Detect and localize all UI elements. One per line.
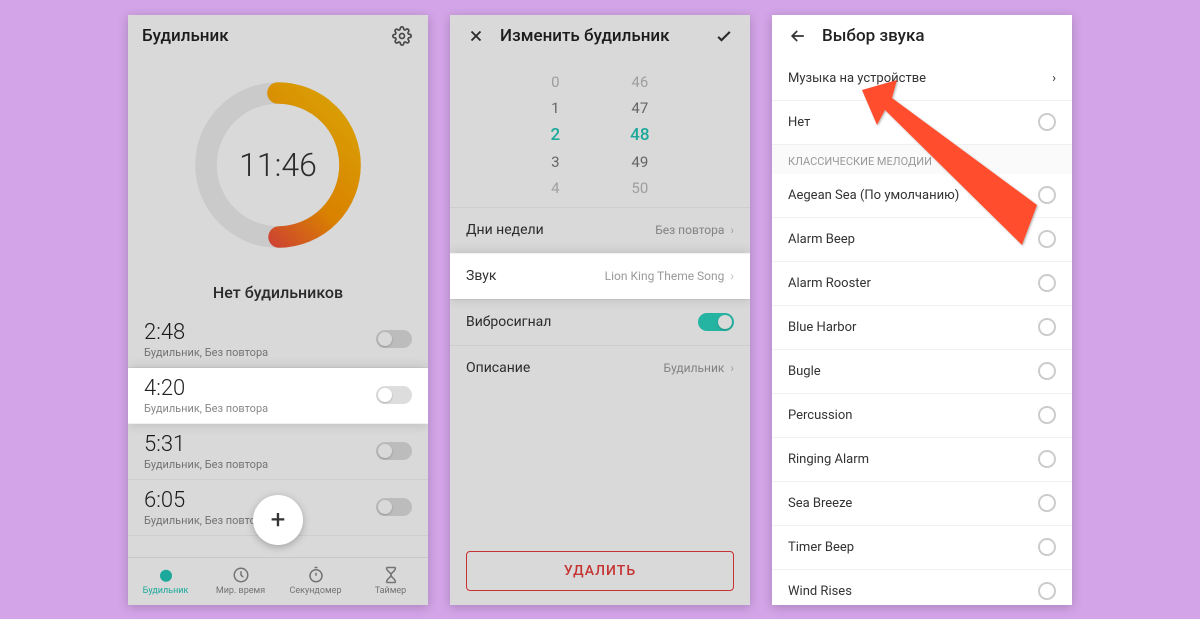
page-title: Выбор звука [822, 26, 1058, 46]
melody-row[interactable]: Aegean Sea (По умолчанию) [772, 174, 1072, 218]
alarm-toggle[interactable] [376, 498, 412, 516]
tab-alarm[interactable]: Будильник [128, 558, 203, 605]
description-row[interactable]: Описание Будильник › [450, 345, 750, 391]
page-title: Будильник [142, 26, 390, 46]
radio-button[interactable] [1038, 318, 1056, 336]
alarm-item[interactable]: 5:31 Будильник, Без повтора [128, 424, 428, 480]
radio-button[interactable] [1038, 186, 1056, 204]
alarm-sub: Будильник, Без повтора [144, 402, 376, 415]
radio-button[interactable] [1038, 230, 1056, 248]
radio-button[interactable] [1038, 113, 1056, 131]
minute-column[interactable]: 46 47 48 49 50 [630, 73, 649, 197]
sound-select-screen: Выбор звука Музыка на устройстве › Нет К… [772, 15, 1072, 605]
device-music-row[interactable]: Музыка на устройстве › [772, 57, 1072, 101]
clock-time: 11:46 [188, 75, 368, 255]
vibration-toggle[interactable] [698, 313, 734, 331]
melody-row[interactable]: Percussion [772, 394, 1072, 438]
tab-timer[interactable]: Таймер [353, 558, 428, 605]
vibration-row[interactable]: Вибросигнал [450, 299, 750, 345]
melody-row[interactable]: Alarm Rooster [772, 262, 1072, 306]
alarm-toggle[interactable] [376, 330, 412, 348]
header: Изменить будильник [450, 15, 750, 57]
radio-button[interactable] [1038, 362, 1056, 380]
row-value: Будильник [664, 361, 725, 375]
alarm-item[interactable]: 2:48 Будильник, Без повтора [128, 312, 428, 368]
melody-row[interactable]: Wind Rises [772, 570, 1072, 605]
chevron-right-icon: › [1052, 71, 1056, 86]
add-alarm-button[interactable]: + [253, 495, 303, 545]
page-title: Изменить будильник [500, 26, 712, 46]
back-icon[interactable] [786, 24, 810, 48]
chevron-right-icon: › [730, 223, 734, 237]
tabbar: Будильник Мир. время Секундомер Таймер [128, 557, 428, 605]
row-value: Lion King Theme Song [605, 269, 725, 283]
tab-label: Таймер [375, 586, 406, 596]
melody-row[interactable]: Timer Beep [772, 526, 1072, 570]
none-row[interactable]: Нет [772, 101, 1072, 145]
melody-row[interactable]: Alarm Beep [772, 218, 1072, 262]
chevron-right-icon: › [730, 269, 734, 283]
clock-ring: 11:46 [188, 75, 368, 255]
row-label: Вибросигнал [466, 314, 698, 330]
row-label: Дни недели [466, 222, 655, 238]
row-label: Звук [466, 268, 605, 284]
tab-label: Секундомер [289, 586, 341, 596]
no-alarms-label: Нет будильников [128, 283, 428, 302]
alarm-item[interactable]: 4:20 Будильник, Без повтора [128, 368, 428, 424]
alarm-time: 4:20 [144, 376, 376, 401]
tab-stopwatch[interactable]: Секундомер [278, 558, 353, 605]
days-row[interactable]: Дни недели Без повтора › [450, 207, 750, 253]
alarm-list-screen: Будильник 11:46 Нет будильников 2:48 Буд… [128, 15, 428, 605]
header: Будильник [128, 15, 428, 57]
chevron-right-icon: › [730, 361, 734, 375]
row-label: Нет [788, 115, 1038, 130]
radio-button[interactable] [1038, 494, 1056, 512]
alarm-time: 2:48 [144, 320, 376, 345]
tab-label: Мир. время [216, 586, 265, 596]
alarm-toggle[interactable] [376, 386, 412, 404]
sound-list: Музыка на устройстве › Нет КЛАССИЧЕСКИЕ … [772, 57, 1072, 605]
section-header: КЛАССИЧЕСКИЕ МЕЛОДИИ [772, 145, 1072, 174]
radio-button[interactable] [1038, 406, 1056, 424]
settings-list: Дни недели Без повтора › Звук Lion King … [450, 207, 750, 539]
radio-button[interactable] [1038, 538, 1056, 556]
alarm-sub: Будильник, Без повтора [144, 458, 376, 471]
header: Выбор звука [772, 15, 1072, 57]
melody-row[interactable]: Ringing Alarm [772, 438, 1072, 482]
alarm-toggle[interactable] [376, 442, 412, 460]
melody-row[interactable]: Bugle [772, 350, 1072, 394]
sound-row[interactable]: Звук Lion King Theme Song › [450, 253, 750, 299]
alarm-sub: Будильник, Без повтора [144, 346, 376, 359]
settings-icon[interactable] [390, 24, 414, 48]
hour-column[interactable]: 0 1 2 3 4 [551, 73, 561, 197]
confirm-icon[interactable] [712, 24, 736, 48]
row-value: Без повтора [655, 223, 724, 237]
melody-row[interactable]: Blue Harbor [772, 306, 1072, 350]
radio-button[interactable] [1038, 450, 1056, 468]
delete-button[interactable]: УДАЛИТЬ [466, 551, 734, 591]
edit-alarm-screen: Изменить будильник 0 1 2 3 4 46 47 48 49… [450, 15, 750, 605]
row-label: Музыка на устройстве [788, 71, 1052, 86]
time-picker[interactable]: 0 1 2 3 4 46 47 48 49 50 [450, 57, 750, 207]
radio-button[interactable] [1038, 274, 1056, 292]
alarm-time: 5:31 [144, 432, 376, 457]
row-label: Описание [466, 360, 664, 376]
tab-label: Будильник [143, 586, 189, 596]
close-icon[interactable] [464, 24, 488, 48]
tab-worldclock[interactable]: Мир. время [203, 558, 278, 605]
melody-row[interactable]: Sea Breeze [772, 482, 1072, 526]
radio-button[interactable] [1038, 582, 1056, 600]
